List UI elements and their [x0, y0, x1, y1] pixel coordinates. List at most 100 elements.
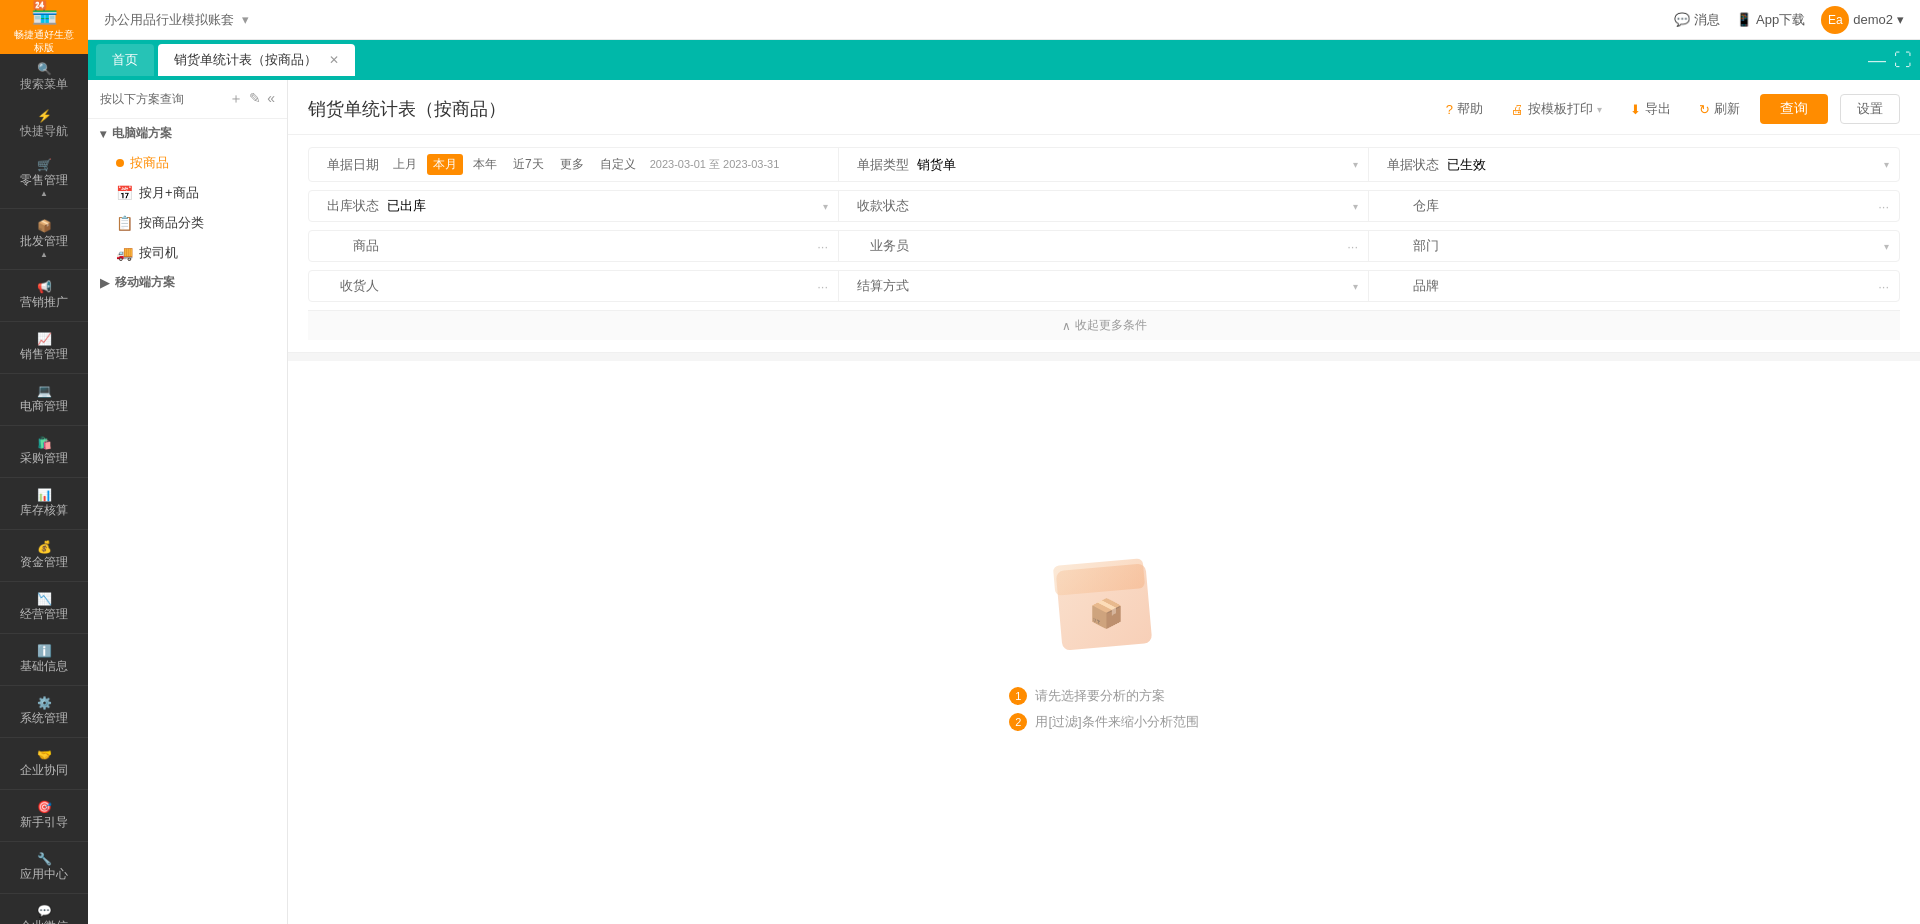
filter-cell-brand[interactable]: 品牌 ···: [1369, 271, 1899, 301]
filter-cell-department[interactable]: 部门 ▾: [1369, 231, 1899, 261]
tree-item-by-category[interactable]: 📋 按商品分类: [88, 208, 287, 238]
out-status-value: 已出库: [387, 197, 815, 215]
report-tab-label: 销货单统计表（按商品）: [174, 51, 317, 69]
date-tab-this-month[interactable]: 本月: [427, 154, 463, 175]
refresh-icon: ↻: [1699, 102, 1710, 117]
brand-dots-icon[interactable]: ···: [1878, 279, 1889, 294]
tab-bar: 首页 销货单统计表（按商品） ✕ — ⛶: [88, 40, 1920, 80]
top-bar: 办公用品行业模拟账套 ▾ 💬 消息 📱 App下载 Ea demo2 ▾: [88, 0, 1920, 40]
tree-group-desktop[interactable]: ▾ 电脑端方案: [88, 119, 287, 148]
tree-item-label-by-category: 按商品分类: [139, 214, 204, 232]
sidebar-item-wholesale[interactable]: 📦 批发管理 ▲: [0, 209, 88, 270]
doc-status-dropdown-icon: ▾: [1884, 159, 1889, 170]
tab-home[interactable]: 首页: [96, 44, 154, 76]
department-label: 部门: [1379, 237, 1439, 255]
filter-cell-warehouse[interactable]: 仓库 ···: [1369, 191, 1899, 221]
export-button[interactable]: ⬇ 导出: [1622, 96, 1679, 122]
tree-item-by-product[interactable]: 按商品: [88, 148, 287, 178]
date-tab-this-year[interactable]: 本年: [467, 154, 503, 175]
tab-report[interactable]: 销货单统计表（按商品） ✕: [158, 44, 355, 76]
warehouse-dots-icon[interactable]: ···: [1878, 199, 1889, 214]
refresh-button[interactable]: ↻ 刷新: [1691, 96, 1748, 122]
page-title: 销货单统计表（按商品）: [308, 97, 506, 121]
doc-status-value: 已生效: [1447, 156, 1876, 174]
collapse-label: 收起更多条件: [1075, 317, 1147, 334]
sidebar-item-marketing[interactable]: 📢 营销推广: [0, 270, 88, 322]
tree-item-by-month-product[interactable]: 📅 按月+商品: [88, 178, 287, 208]
salesperson-dots-icon[interactable]: ···: [1347, 239, 1358, 254]
sidebar-item-guide[interactable]: 🎯 新手引导: [0, 790, 88, 842]
sidebar-item-purchase[interactable]: 🛍️ 采购管理: [0, 426, 88, 478]
help-icon: ?: [1446, 102, 1453, 117]
search-icon: 🔍: [37, 62, 52, 76]
add-scheme-icon[interactable]: ＋: [229, 90, 243, 108]
collapse-panel-icon[interactable]: «: [267, 90, 275, 108]
app-download-button[interactable]: 📱 App下载: [1736, 11, 1805, 29]
app-download-icon: 📱: [1736, 12, 1752, 27]
sidebar-label-wholesale: 批发管理: [20, 233, 68, 250]
sidebar-item-inventory[interactable]: 📊 库存核算: [0, 478, 88, 530]
sidebar-item-finance[interactable]: 💰 资金管理: [0, 530, 88, 582]
user-menu[interactable]: Ea demo2 ▾: [1821, 6, 1904, 34]
tree-group-mobile[interactable]: ▶ 移动端方案: [88, 268, 287, 297]
date-tabs-group: 上月 本月 本年 近7天 更多 自定义: [387, 154, 642, 175]
maximize-icon[interactable]: ⛶: [1894, 50, 1912, 71]
doc-type-label: 单据类型: [849, 156, 909, 174]
sidebar-item-enterprise[interactable]: 🤝 企业协同: [0, 738, 88, 790]
help-button[interactable]: ? 帮助: [1438, 96, 1491, 122]
filter-cell-receiver[interactable]: 收货人 ···: [309, 271, 839, 301]
sidebar-item-search[interactable]: 🔍 搜索菜单: [0, 54, 88, 101]
sidebar-item-retail[interactable]: 🛒 零售管理 ▲: [0, 148, 88, 209]
tree-group-label-text: 电脑端方案: [112, 125, 172, 142]
filter-cell-doc-type[interactable]: 单据类型 销货单 ▾: [839, 148, 1369, 181]
tree-item-label-by-product: 按商品: [130, 154, 169, 172]
sidebar-item-operation[interactable]: 📉 经营管理: [0, 582, 88, 634]
minimize-icon[interactable]: —: [1868, 50, 1886, 71]
guide-icon: 🎯: [37, 800, 52, 814]
message-icon: 💬: [1674, 12, 1690, 27]
salesperson-label: 业务员: [849, 237, 909, 255]
collapse-bar[interactable]: ∧ 收起更多条件: [308, 310, 1900, 340]
home-tab-label: 首页: [112, 51, 138, 69]
sidebar-item-system[interactable]: ⚙️ 系统管理: [0, 686, 88, 738]
industry-dropdown-icon[interactable]: ▾: [242, 12, 249, 27]
filter-cell-out-status[interactable]: 出库状态 已出库 ▾: [309, 191, 839, 221]
tab-close-icon[interactable]: ✕: [329, 53, 339, 67]
empty-state: 📦 1 请先选择要分析的方案 2 用[过滤]条件来缩小分析范围: [288, 361, 1920, 924]
filter-cell-receipt-status[interactable]: 收款状态 ▾: [839, 191, 1369, 221]
date-tab-custom[interactable]: 自定义: [594, 154, 642, 175]
product-dots-icon[interactable]: ···: [817, 239, 828, 254]
tree-item-by-driver[interactable]: 🚚 按司机: [88, 238, 287, 268]
filter-cell-product[interactable]: 商品 ···: [309, 231, 839, 261]
template-print-label: 按模板打印: [1528, 100, 1593, 118]
brand-label: 品牌: [1379, 277, 1439, 295]
sidebar-item-basic[interactable]: ℹ️ 基础信息: [0, 634, 88, 686]
date-label: 单据日期: [319, 156, 379, 174]
template-print-button[interactable]: 🖨 按模板打印 ▾: [1503, 96, 1610, 122]
receiver-dots-icon[interactable]: ···: [817, 279, 828, 294]
date-tab-more[interactable]: 更多: [554, 154, 590, 175]
print-dropdown-icon: ▾: [1597, 104, 1602, 115]
sidebar-item-sales[interactable]: 📈 销售管理: [0, 322, 88, 374]
industry-label: 办公用品行业模拟账套: [104, 11, 234, 29]
logo-icon: 🏪: [31, 0, 58, 26]
tree-expand-icon: ▾: [100, 127, 106, 141]
out-status-label: 出库状态: [319, 197, 379, 215]
filter-cell-salesperson[interactable]: 业务员 ···: [839, 231, 1369, 261]
message-button[interactable]: 💬 消息: [1674, 11, 1720, 29]
date-tab-7days[interactable]: 近7天: [507, 154, 550, 175]
settings-button[interactable]: 设置: [1840, 94, 1900, 124]
edit-scheme-icon[interactable]: ✎: [249, 90, 261, 108]
wholesale-icon: 📦: [37, 219, 52, 233]
filter-cell-doc-status[interactable]: 单据状态 已生效 ▾: [1369, 148, 1899, 181]
sidebar-item-appcenter[interactable]: 🔧 应用中心: [0, 842, 88, 894]
date-tab-last-month[interactable]: 上月: [387, 154, 423, 175]
filter-cell-payment[interactable]: 结算方式 ▾: [839, 271, 1369, 301]
tab-bar-actions: — ⛶: [1868, 50, 1912, 71]
filter-cell-date: 单据日期 上月 本月 本年 近7天 更多 自定义 2023-03-01 至 20…: [309, 148, 839, 181]
sidebar-item-quicknav[interactable]: ⚡ 快捷导航: [0, 101, 88, 148]
sidebar-item-ecommerce[interactable]: 💻 电商管理: [0, 374, 88, 426]
sidebar-item-wechat[interactable]: 💬 企业微信: [0, 894, 88, 924]
sidebar-label-retail: 零售管理: [20, 172, 68, 189]
query-button[interactable]: 查询: [1760, 94, 1828, 124]
